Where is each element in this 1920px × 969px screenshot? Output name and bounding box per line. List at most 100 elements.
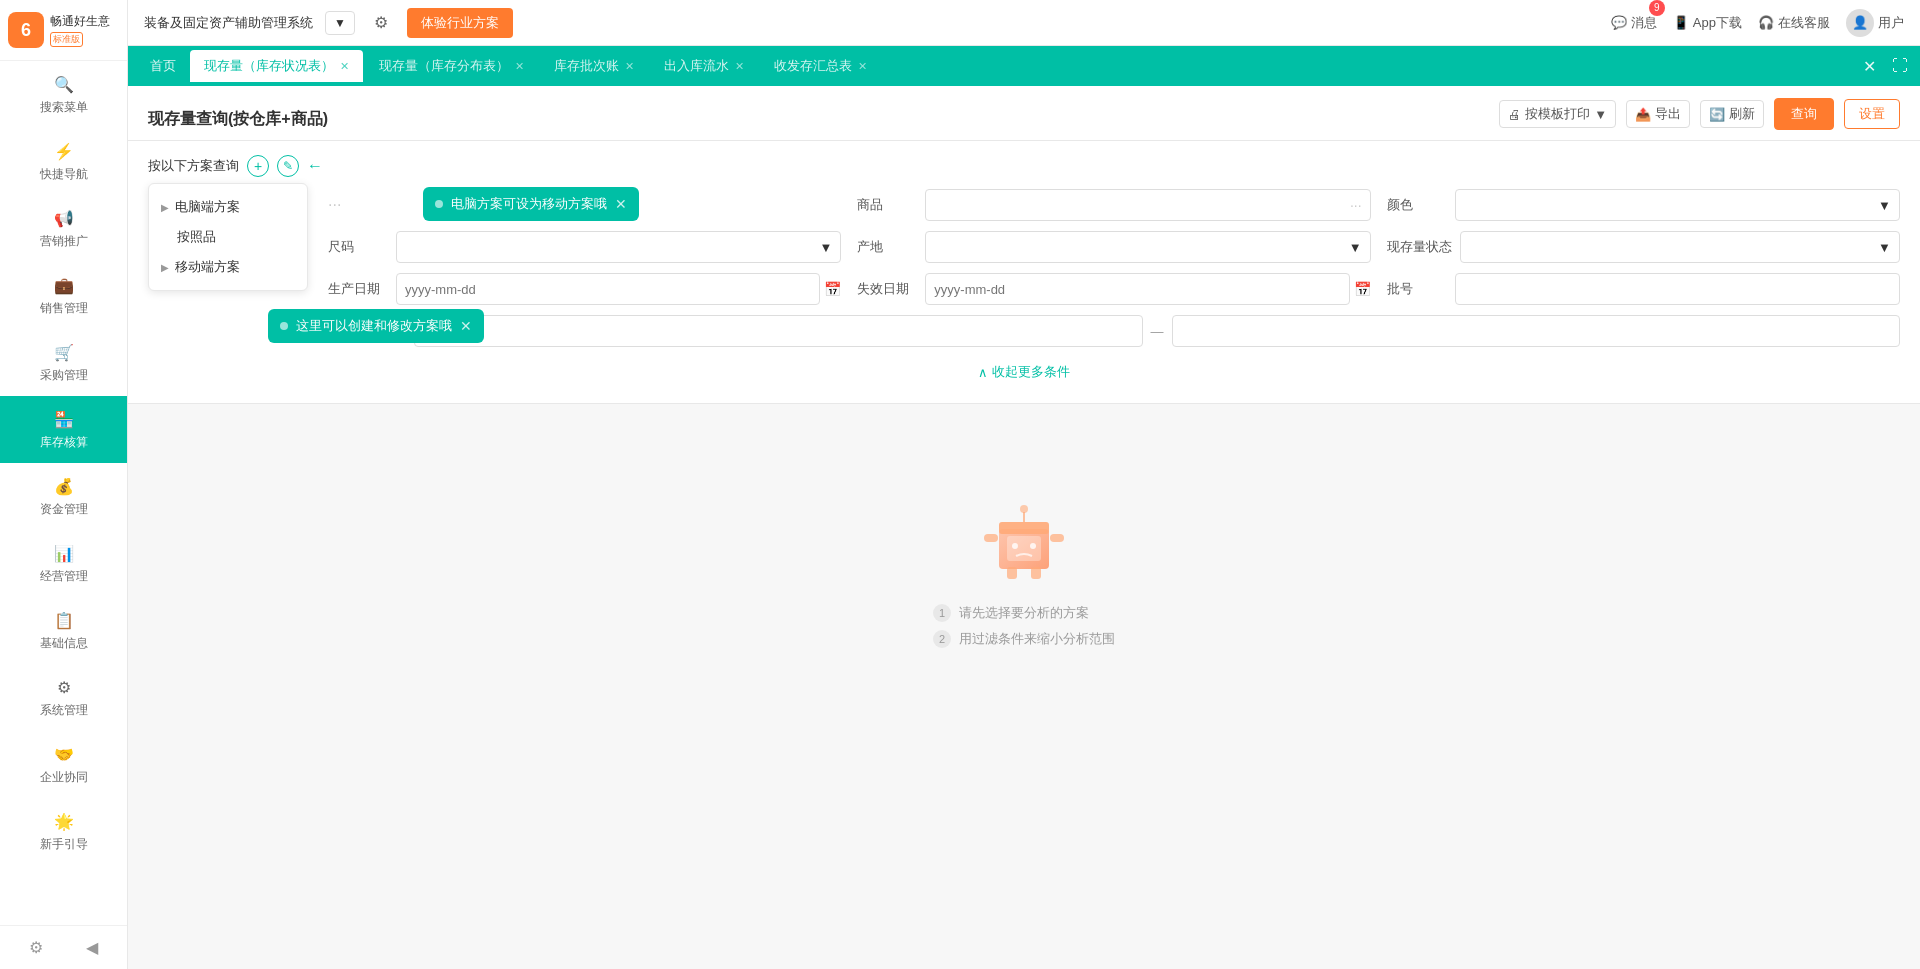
system-nav-icon: ⚙ [53,676,75,698]
dots-icon-1[interactable]: ··· [328,196,341,214]
empty-illustration [974,484,1074,584]
topbar-settings-btn[interactable]: ⚙ [367,9,395,37]
sidebar-label-quick: 快捷导航 [40,166,88,183]
trial-btn[interactable]: 体验行业方案 [407,8,513,38]
size-label: 尺码 [328,238,388,256]
schema-collapse-icon: ▶ [161,262,169,273]
export-btn[interactable]: 📤 导出 [1626,100,1690,128]
schema-item-product[interactable]: 按照品 [149,222,307,252]
maximize-btn[interactable]: ⛶ [1888,53,1912,79]
tab-batch-account[interactable]: 库存批次账 ✕ [540,50,648,82]
edit-schema-btn[interactable]: ✎ [277,155,299,177]
empty-step-2: 2 用过滤条件来缩小分析范围 [933,630,1115,648]
origin-arrow: ▼ [1349,240,1362,255]
exp-date-icon[interactable]: 📅 [1354,281,1371,297]
sidebar-item-basic[interactable]: 📋 基础信息 [0,597,127,664]
collapse-icon: ∧ [978,365,988,380]
sidebar-item-search[interactable]: 🔍 搜索菜单 [0,61,127,128]
stock-qty-min[interactable] [414,315,1143,347]
refresh-btn[interactable]: 🔄 刷新 [1700,100,1764,128]
schema-item-pc[interactable]: ▶ 电脑端方案 [149,192,307,222]
sidebar-label-basic: 基础信息 [40,635,88,652]
goods-select[interactable]: ··· [925,189,1370,221]
app-icon: 📱 [1673,15,1689,30]
sidebar-item-marketing[interactable]: 📢 营销推广 [0,195,127,262]
tab-inventory-dist-label: 现存量（库存分布表） [379,57,509,75]
back-arrow-btn[interactable]: ← [307,157,323,175]
collapse-label: 收起更多条件 [992,363,1070,381]
exp-date-start[interactable] [925,273,1349,305]
tab-inventory-dist[interactable]: 现存量（库存分布表） ✕ [365,50,538,82]
tab-inventory-status-close[interactable]: ✕ [340,60,349,73]
exp-date-range: 📅 [925,273,1370,305]
schema-item-mobile[interactable]: ▶ 移动端方案 [149,252,307,282]
sidebar-item-guide[interactable]: 🌟 新手引导 [0,798,127,865]
sidebar-item-warehouse[interactable]: 🏪 库存核算 [0,396,127,463]
sidebar-logo: 6 畅通好生意 标准版 [0,0,127,61]
message-label: 消息 [1631,14,1657,32]
message-btn[interactable]: 💬 消息 9 [1611,14,1657,32]
filter-row-2: 尺码 ▼ 产地 ▼ [328,231,1900,263]
filter-field-batch: 批号 [1387,273,1900,305]
tooltip-text-1: 电脑方案可设为移动方案哦 [451,195,607,213]
tooltip-close-1[interactable]: ✕ [615,196,627,212]
filter-area: 按以下方案查询 + ✎ ← 电脑方案可设为移动方案哦 ✕ ▶ 电脑端方案 按 [128,141,1920,404]
prod-date-start[interactable] [396,273,820,305]
step-num-1: 1 [933,604,951,622]
message-icon: 💬 [1611,15,1627,30]
service-btn[interactable]: 🎧 在线客服 [1758,14,1830,32]
tab-batch-close[interactable]: ✕ [625,60,634,73]
app-download-btn[interactable]: 📱 App下载 [1673,14,1742,32]
tooltip-dot-1 [435,200,443,208]
batch-input[interactable] [1455,273,1900,305]
print-btn[interactable]: 🖨 按模板打印 ▼ [1499,100,1616,128]
close-all-tabs-btn[interactable]: ✕ [1859,53,1880,80]
page-title: 现存量查询(按仓库+商品) [148,109,328,130]
tab-batch-account-label: 库存批次账 [554,57,619,75]
tab-in-out-flow[interactable]: 出入库流水 ✕ [650,50,758,82]
print-icon: 🖨 [1508,107,1521,122]
sidebar-item-operation[interactable]: 📊 经营管理 [0,530,127,597]
tab-inout-close[interactable]: ✕ [735,60,744,73]
settings-btn[interactable]: 设置 [1844,99,1900,129]
empty-text: 1 请先选择要分析的方案 2 用过滤条件来缩小分析范围 [933,604,1115,648]
tab-receive-summary[interactable]: 收发存汇总表 ✕ [760,50,881,82]
logo-icon: 6 [8,12,44,48]
tab-home-label: 首页 [150,57,176,75]
filter-field-exp-date: 失效日期 📅 [857,273,1370,305]
prod-date-icon[interactable]: 📅 [824,281,841,297]
sidebar-item-quick[interactable]: ⚡ 快捷导航 [0,128,127,195]
avatar-icon: 👤 [1852,15,1868,30]
warehouse-nav-icon: 🏪 [53,408,75,430]
user-btn[interactable]: 👤 用户 [1846,9,1904,37]
add-schema-btn[interactable]: + [247,155,269,177]
stock-qty-max[interactable] [1172,315,1901,347]
quick-nav-icon: ⚡ [53,140,75,162]
tooltip-close-2[interactable]: ✕ [460,318,472,334]
filter-field-color: 颜色 ▼ [1387,189,1900,221]
query-btn[interactable]: 查询 [1774,98,1834,130]
origin-select[interactable]: ▼ [925,231,1370,263]
tab-inventory-status[interactable]: 现存量（库存状况表） ✕ [190,50,363,82]
schema-mobile-label: 移动端方案 [175,258,240,276]
sidebar-item-purchase[interactable]: 🛒 采购管理 [0,329,127,396]
export-icon: 📤 [1635,107,1651,122]
sidebar-item-finance[interactable]: 💰 资金管理 [0,463,127,530]
sidebar-item-enterprise[interactable]: 🤝 企业协同 [0,731,127,798]
collapse-btn[interactable]: ∧ 收起更多条件 [148,355,1900,389]
status-select[interactable]: ▼ [1460,231,1900,263]
range-dash: — [1151,324,1164,339]
sidebar-item-system[interactable]: ⚙ 系统管理 [0,664,127,731]
color-select[interactable]: ▼ [1455,189,1900,221]
sidebar-item-sales[interactable]: 💼 销售管理 [0,262,127,329]
footer-collapse-icon[interactable]: ◀ [86,938,98,957]
footer-settings-icon[interactable]: ⚙ [29,938,43,957]
svg-rect-6 [1050,534,1064,542]
tab-home[interactable]: 首页 [136,50,190,82]
size-select[interactable]: ▼ [396,231,841,263]
tab-receive-close[interactable]: ✕ [858,60,867,73]
tab-inventory-dist-close[interactable]: ✕ [515,60,524,73]
status-label: 现存量状态 [1387,238,1452,256]
system-select[interactable]: ▼ [325,11,355,35]
sidebar: 6 畅通好生意 标准版 🔍 搜索菜单 ⚡ 快捷导航 📢 营销推广 💼 销售管理 … [0,0,128,969]
